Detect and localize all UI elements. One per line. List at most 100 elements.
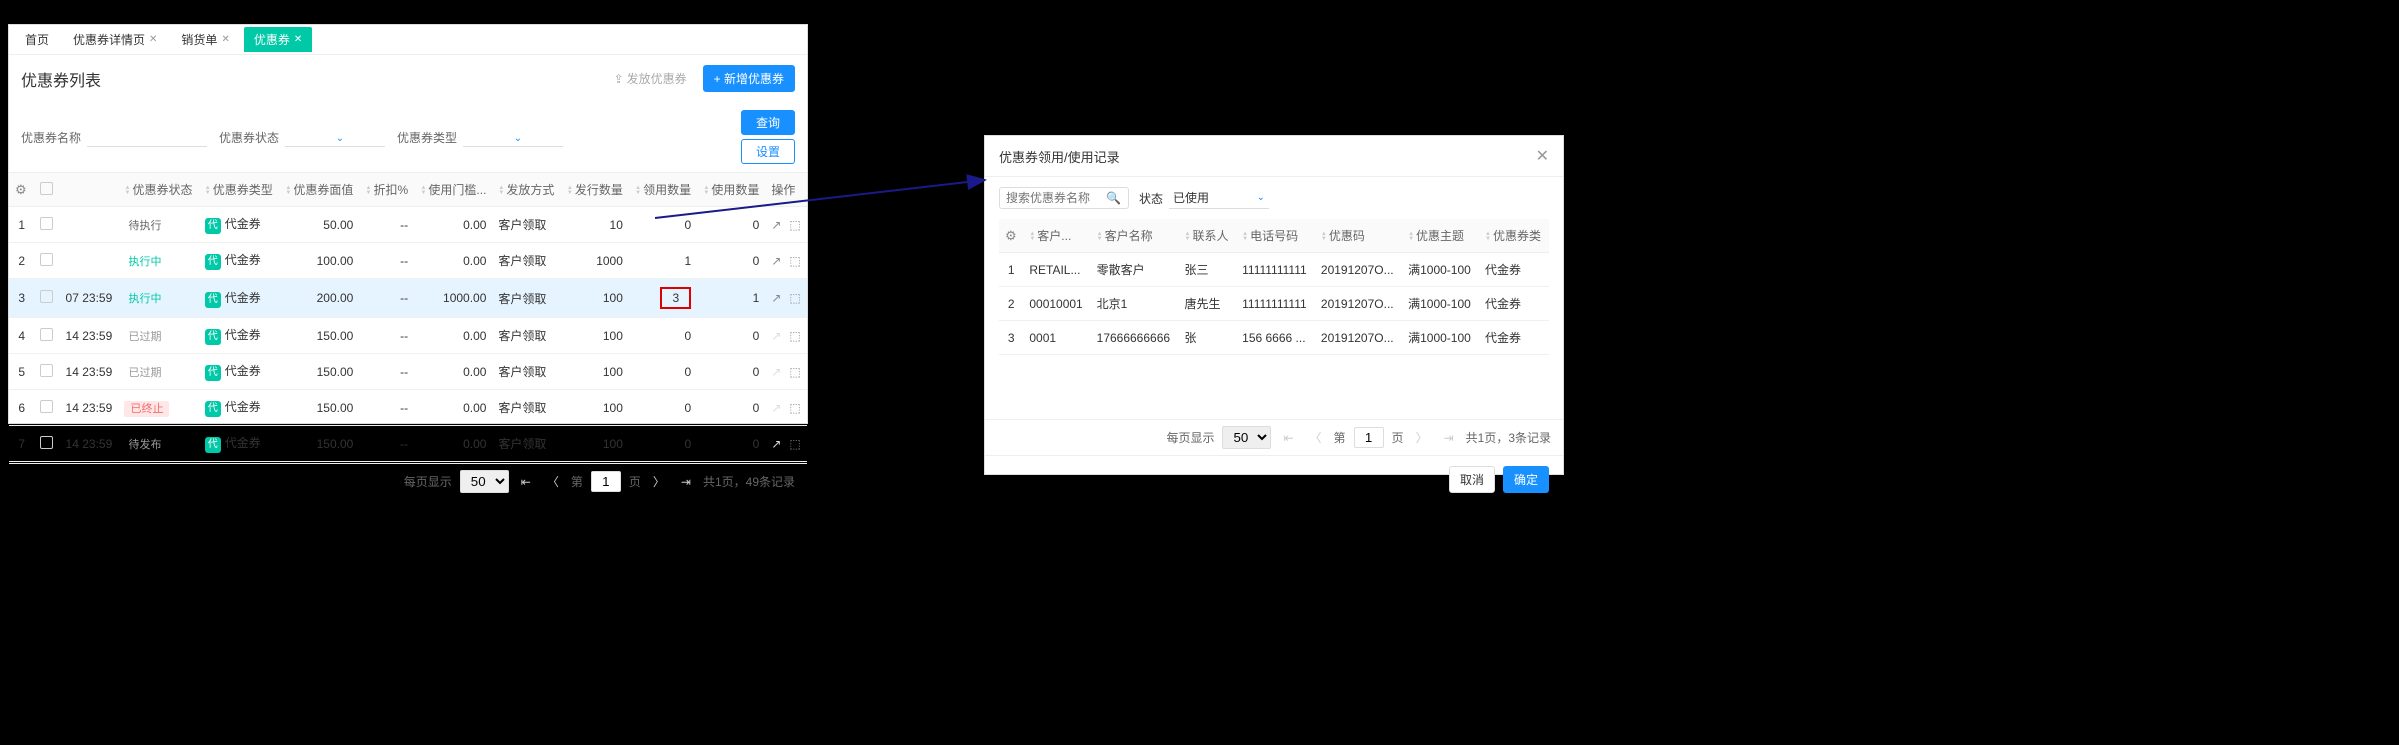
- table-row[interactable]: 2 执行中 代代金券 100.00 -- 0.00 客户领取 1000 1 0 …: [9, 243, 807, 279]
- share-icon[interactable]: ↗: [771, 254, 781, 268]
- table-row[interactable]: 6 14 23:59 已终止 代代金券 150.00 -- 0.00 客户领取 …: [9, 390, 807, 426]
- col-time: [60, 173, 119, 207]
- filter-name-label: 优惠券名称: [21, 129, 81, 146]
- col-issue[interactable]: ▲▼发行数量: [561, 173, 629, 207]
- status-badge: 待发布: [124, 438, 165, 452]
- col-contact[interactable]: ▲▼联系人: [1179, 219, 1237, 253]
- next-page-icon[interactable]: 〉: [1412, 429, 1432, 446]
- modal-status-select[interactable]: 已使用⌄: [1169, 187, 1269, 209]
- next-page-icon[interactable]: 〉: [649, 473, 669, 490]
- col-customer-code[interactable]: ▲▼客户...: [1023, 219, 1090, 253]
- col-threshold[interactable]: ▲▼使用门槛...: [414, 173, 492, 207]
- table-row[interactable]: 3 07 23:59 执行中 代代金券 200.00 -- 1000.00 客户…: [9, 279, 807, 318]
- prev-page-icon[interactable]: 〈: [1306, 429, 1326, 446]
- col-face[interactable]: ▲▼优惠券面值: [279, 173, 359, 207]
- tab[interactable]: 优惠券✕: [244, 27, 312, 52]
- query-button[interactable]: 查询: [741, 110, 795, 135]
- col-gear[interactable]: ⚙: [999, 219, 1023, 253]
- col-type[interactable]: ▲▼优惠券类型: [199, 173, 279, 207]
- row-checkbox[interactable]: [40, 364, 53, 377]
- qrcode-icon[interactable]: ⬚: [789, 254, 800, 268]
- row-checkbox[interactable]: [40, 290, 53, 303]
- col-status[interactable]: ▲▼优惠券状态: [118, 173, 198, 207]
- col-type[interactable]: ▲▼优惠券类: [1479, 219, 1549, 253]
- gear-icon[interactable]: ⚙: [1005, 228, 1017, 243]
- close-icon[interactable]: ✕: [1536, 146, 1549, 166]
- row-checkbox[interactable]: [40, 217, 53, 230]
- per-page-select[interactable]: 50: [1222, 426, 1271, 449]
- per-page-select[interactable]: 50: [460, 470, 509, 493]
- filter-status-select[interactable]: ⌄: [285, 128, 385, 147]
- chevron-down-icon: ⌄: [1257, 192, 1265, 203]
- page-prefix: 第: [1334, 429, 1346, 446]
- status-badge: 待执行: [124, 219, 165, 233]
- filter-type-select[interactable]: ⌄: [463, 128, 563, 147]
- page-input[interactable]: [591, 471, 621, 492]
- confirm-button[interactable]: 确定: [1503, 466, 1549, 493]
- col-discount[interactable]: ▲▼折扣%: [359, 173, 414, 207]
- col-method[interactable]: ▲▼发放方式: [492, 173, 560, 207]
- table-row[interactable]: 7 14 23:59 待发布 代代金券 150.00 -- 0.00 客户领取 …: [9, 426, 807, 462]
- col-code[interactable]: ▲▼优惠码: [1315, 219, 1402, 253]
- row-checkbox[interactable]: [40, 436, 53, 449]
- close-icon[interactable]: ✕: [221, 34, 229, 45]
- table-row[interactable]: 1RETAIL...零散客户张三1111111111120191207O...满…: [999, 253, 1549, 287]
- table-row[interactable]: 3000117666666666张156 6666 ...20191207O..…: [999, 321, 1549, 355]
- chevron-down-icon: ⌄: [336, 133, 344, 144]
- modal-status-label: 状态: [1139, 190, 1163, 207]
- qrcode-icon[interactable]: ⬚: [789, 365, 800, 379]
- qrcode-icon[interactable]: ⬚: [789, 437, 800, 451]
- share-icon[interactable]: ↗: [771, 401, 781, 415]
- share-icon[interactable]: ↗: [771, 291, 781, 305]
- coupon-list-panel: 首页优惠券详情页✕销货单✕优惠券✕ 优惠券列表 ⇪发放优惠券 + 新增优惠券 优…: [8, 24, 808, 424]
- first-page-icon[interactable]: ⇤: [517, 475, 535, 489]
- page-input[interactable]: [1354, 427, 1384, 448]
- per-page-label: 每页显示: [404, 473, 452, 490]
- first-page-icon[interactable]: ⇤: [1279, 431, 1297, 445]
- col-customer-name[interactable]: ▲▼客户名称: [1091, 219, 1179, 253]
- type-badge-icon: 代: [205, 437, 221, 453]
- annotation-arrow: [655, 180, 995, 220]
- last-page-icon[interactable]: ⇥: [677, 475, 695, 489]
- page-suffix: 页: [629, 473, 641, 490]
- cancel-button[interactable]: 取消: [1449, 466, 1495, 493]
- tab[interactable]: 销货单✕: [171, 27, 239, 52]
- type-badge-icon: 代: [205, 329, 221, 345]
- row-checkbox[interactable]: [40, 400, 53, 413]
- table-row[interactable]: 200010001北京1唐先生1111111111120191207O...满1…: [999, 287, 1549, 321]
- settings-button[interactable]: 设置: [741, 139, 795, 164]
- close-icon[interactable]: ✕: [149, 34, 157, 45]
- table-row[interactable]: 4 14 23:59 已过期 代代金券 150.00 -- 0.00 客户领取 …: [9, 318, 807, 354]
- filter-name-input[interactable]: [87, 128, 207, 147]
- last-page-icon[interactable]: ⇥: [1440, 431, 1458, 445]
- prev-page-icon[interactable]: 〈: [543, 473, 563, 490]
- col-topic[interactable]: ▲▼优惠主题: [1402, 219, 1479, 253]
- chevron-down-icon: ⌄: [514, 133, 522, 144]
- table-row[interactable]: 5 14 23:59 已过期 代代金券 150.00 -- 0.00 客户领取 …: [9, 354, 807, 390]
- gear-icon[interactable]: ⚙: [15, 182, 27, 197]
- page-summary: 共1页，3条记录: [1466, 429, 1551, 446]
- type-badge-icon: 代: [205, 218, 221, 234]
- share-icon[interactable]: ↗: [771, 329, 781, 343]
- close-icon[interactable]: ✕: [294, 34, 302, 45]
- qrcode-icon[interactable]: ⬚: [789, 291, 800, 305]
- col-phone[interactable]: ▲▼电话号码: [1236, 219, 1315, 253]
- qrcode-icon[interactable]: ⬚: [789, 401, 800, 415]
- share-icon[interactable]: ↗: [771, 365, 781, 379]
- tab[interactable]: 首页: [15, 27, 59, 52]
- search-icon[interactable]: 🔍: [1106, 191, 1121, 205]
- share-icon[interactable]: ↗: [771, 437, 781, 451]
- add-coupon-button[interactable]: + 新增优惠券: [703, 65, 795, 92]
- distribute-button[interactable]: ⇪发放优惠券: [604, 66, 697, 91]
- type-badge-icon: 代: [205, 254, 221, 270]
- modal-title: 优惠券领用/使用记录: [999, 147, 1120, 166]
- modal-search-box[interactable]: 🔍: [999, 187, 1129, 209]
- row-checkbox[interactable]: [40, 328, 53, 341]
- tab[interactable]: 优惠券详情页✕: [63, 27, 167, 52]
- qrcode-icon[interactable]: ⬚: [789, 329, 800, 343]
- col-gear[interactable]: ⚙: [9, 173, 34, 207]
- row-checkbox[interactable]: [40, 253, 53, 266]
- col-checkbox[interactable]: [34, 173, 59, 207]
- page-title: 优惠券列表: [21, 67, 101, 91]
- modal-search-input[interactable]: [1006, 191, 1106, 205]
